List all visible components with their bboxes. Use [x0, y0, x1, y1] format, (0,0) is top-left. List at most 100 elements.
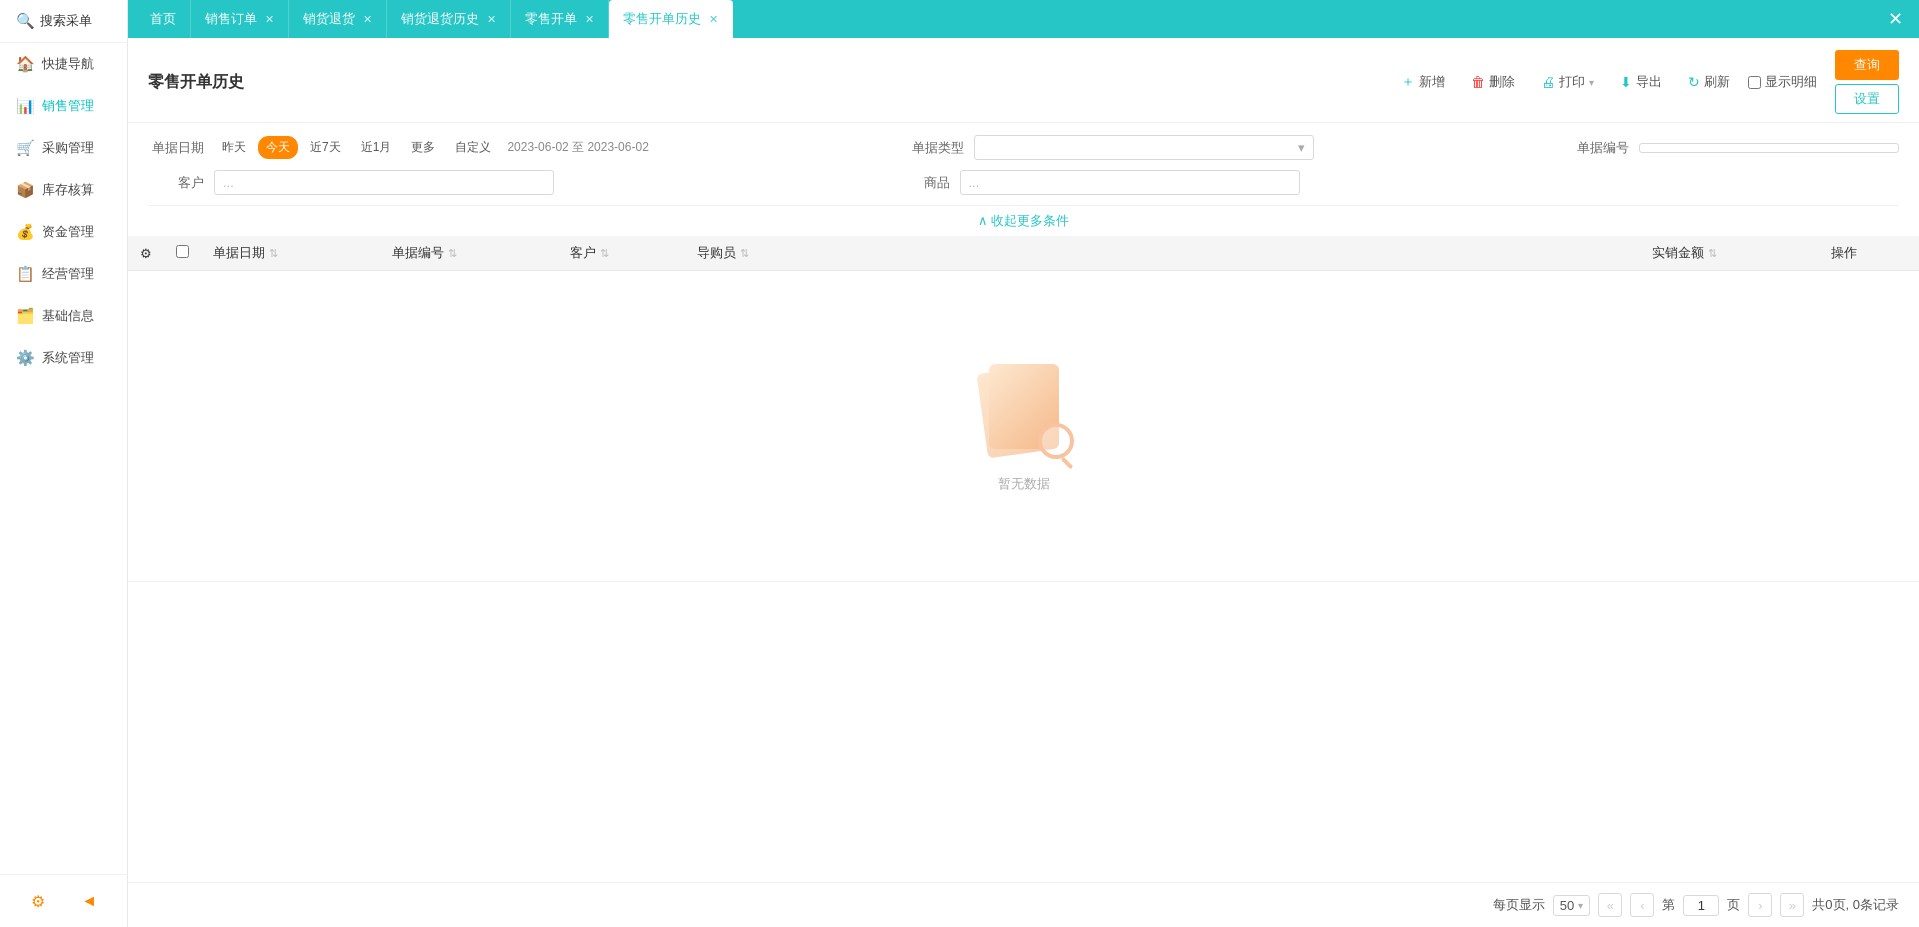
- home-icon: 🏠: [16, 55, 34, 73]
- chart-icon: 📊: [16, 97, 34, 115]
- sidebar-item-quick-nav[interactable]: 🏠 快捷导航: [0, 43, 127, 85]
- customer-placeholder: ...: [223, 175, 234, 190]
- page-first-btn[interactable]: «: [1598, 893, 1622, 917]
- action-buttons: 查询 设置: [1835, 50, 1899, 114]
- delete-icon: 🗑: [1471, 74, 1485, 90]
- sidebar-item-label: 库存核算: [42, 181, 94, 199]
- page-unit: 页: [1727, 896, 1740, 914]
- export-button[interactable]: ⬇ 导出: [1612, 69, 1670, 95]
- sort-number[interactable]: 单据编号 ⇅: [392, 244, 547, 262]
- query-button[interactable]: 查询: [1835, 50, 1899, 80]
- footer-collapse-btn[interactable]: ◄: [75, 887, 103, 915]
- col-action: 操作: [1819, 236, 1919, 271]
- table-body: 暂无数据: [128, 271, 1919, 582]
- tab-retail-history-close[interactable]: ✕: [709, 13, 718, 26]
- sort-date[interactable]: 单据日期 ⇅: [213, 244, 368, 262]
- tab-home[interactable]: 首页: [136, 0, 191, 38]
- tab-bar-close-btn[interactable]: ✕: [1880, 8, 1911, 30]
- goods-filter-label: 商品: [894, 174, 950, 192]
- money-icon: 💰: [16, 223, 34, 241]
- number-filter-label: 单据编号: [1573, 139, 1629, 157]
- folder-icon: 🗂️: [16, 307, 34, 325]
- sidebar-item-inventory[interactable]: 📦 库存核算: [0, 169, 127, 211]
- date-btn-1month[interactable]: 近1月: [353, 136, 400, 159]
- export-icon: ⬇: [1620, 74, 1632, 90]
- print-label: 打印: [1559, 73, 1585, 91]
- date-btn-today[interactable]: 今天: [258, 136, 298, 159]
- filter-section: 单据日期 昨天 今天 近7天 近1月 更多 自定义 2023-06-02 至 2…: [128, 123, 1919, 236]
- refresh-button[interactable]: ↻ 刷新: [1680, 69, 1738, 95]
- page-title: 零售开单历史: [148, 72, 1393, 93]
- sort-guide[interactable]: 导购员 ⇅: [697, 244, 826, 262]
- sidebar-item-purchase-mgmt[interactable]: 🛒 采购管理: [0, 127, 127, 169]
- sidebar-item-finance[interactable]: 💰 资金管理: [0, 211, 127, 253]
- goods-filter-input[interactable]: ...: [960, 170, 1300, 195]
- date-btn-custom[interactable]: 自定义: [447, 136, 499, 159]
- date-btn-more[interactable]: 更多: [403, 136, 443, 159]
- date-btn-yesterday[interactable]: 昨天: [214, 136, 254, 159]
- tab-sales-return-history-label: 销货退货历史: [401, 10, 479, 28]
- date-filter-label: 单据日期: [148, 139, 204, 157]
- sort-customer[interactable]: 客户 ⇅: [570, 244, 672, 262]
- add-icon: ＋: [1401, 73, 1415, 91]
- page-prev-btn[interactable]: ‹: [1630, 893, 1654, 917]
- page-last-btn[interactable]: »: [1780, 893, 1804, 917]
- print-dropdown-icon: ▾: [1589, 77, 1594, 88]
- delete-button[interactable]: 🗑 删除: [1463, 69, 1523, 95]
- empty-text: 暂无数据: [998, 475, 1050, 493]
- page-size-arrow: ▾: [1578, 900, 1583, 911]
- page-number-input[interactable]: [1683, 895, 1719, 916]
- tab-sales-return-history-close[interactable]: ✕: [487, 13, 496, 26]
- col-number-label: 单据编号: [392, 244, 444, 262]
- sort-amount[interactable]: 实销金额 ⇅: [1652, 244, 1807, 262]
- tab-bar: 首页 销售订单 ✕ 销货退货 ✕ 销货退货历史 ✕ 零售开单 ✕ 零售开单历史 …: [128, 0, 1919, 38]
- sidebar-search[interactable]: 🔍 搜索采单: [0, 0, 127, 43]
- sidebar-item-label: 销售管理: [42, 97, 94, 115]
- date-btn-7days[interactable]: 近7天: [302, 136, 349, 159]
- tab-retail-open[interactable]: 零售开单 ✕: [511, 0, 609, 38]
- tab-retail-history[interactable]: 零售开单历史 ✕: [609, 0, 733, 38]
- page-label: 第: [1662, 896, 1675, 914]
- sidebar-item-label: 资金管理: [42, 223, 94, 241]
- settings-button[interactable]: 设置: [1835, 84, 1899, 114]
- tab-sales-return-history[interactable]: 销货退货历史 ✕: [387, 0, 511, 38]
- sidebar-item-sys-mgmt[interactable]: ⚙️ 系统管理: [0, 337, 127, 379]
- tab-sales-return[interactable]: 销货退货 ✕: [289, 0, 387, 38]
- page-content: 零售开单历史 ＋ 新增 🗑 删除 🖨 打印 ▾ ⬇ 导出: [128, 38, 1919, 927]
- export-label: 导出: [1636, 73, 1662, 91]
- sidebar-item-ops[interactable]: 📋 经营管理: [0, 253, 127, 295]
- type-dropdown-icon: ▾: [1298, 140, 1305, 155]
- box-icon: 📦: [16, 181, 34, 199]
- col-guide: 导购员 ⇅: [685, 236, 838, 271]
- show-detail-toggle[interactable]: 显示明细: [1748, 73, 1817, 91]
- page-next-btn[interactable]: ›: [1748, 893, 1772, 917]
- sidebar-item-sales-mgmt[interactable]: 📊 销售管理: [0, 85, 127, 127]
- footer-settings-btn[interactable]: ⚙: [24, 887, 52, 915]
- col-guide-label: 导购员: [697, 244, 736, 262]
- customer-filter-input[interactable]: ...: [214, 170, 554, 195]
- sidebar-item-label: 基础信息: [42, 307, 94, 325]
- print-button[interactable]: 🖨 打印 ▾: [1533, 69, 1602, 95]
- collapse-more-btn[interactable]: ∧ 收起更多条件: [148, 205, 1899, 236]
- tab-sales-order-close[interactable]: ✕: [265, 13, 274, 26]
- tab-sales-return-close[interactable]: ✕: [363, 13, 372, 26]
- sort-customer-icon: ⇅: [600, 247, 609, 260]
- page-size-select[interactable]: 50 ▾: [1553, 895, 1590, 916]
- tab-sales-order[interactable]: 销售订单 ✕: [191, 0, 289, 38]
- add-button[interactable]: ＋ 新增: [1393, 69, 1453, 95]
- type-filter-select[interactable]: ▾: [974, 135, 1314, 160]
- search-icon: 🔍: [16, 12, 34, 30]
- number-filter-input[interactable]: [1639, 143, 1899, 153]
- pagination: 每页显示 50 ▾ « ‹ 第 页 › » 共0页, 0条记录: [128, 882, 1919, 927]
- toolbar: ＋ 新增 🗑 删除 🖨 打印 ▾ ⬇ 导出 ↻ 刷新: [1393, 50, 1899, 114]
- sort-date-icon: ⇅: [269, 247, 278, 260]
- table-header: ⚙ 单据日期 ⇅ 单据编号: [128, 236, 1919, 271]
- table-select-all[interactable]: [176, 245, 189, 258]
- sidebar-search-label: 搜索采单: [40, 12, 92, 30]
- tab-retail-open-close[interactable]: ✕: [585, 13, 594, 26]
- table-settings-col[interactable]: ⚙: [128, 236, 164, 271]
- data-table: ⚙ 单据日期 ⇅ 单据编号: [128, 236, 1919, 582]
- show-detail-checkbox[interactable]: [1748, 76, 1761, 89]
- page-size-value: 50: [1560, 898, 1574, 913]
- sidebar-item-base-info[interactable]: 🗂️ 基础信息: [0, 295, 127, 337]
